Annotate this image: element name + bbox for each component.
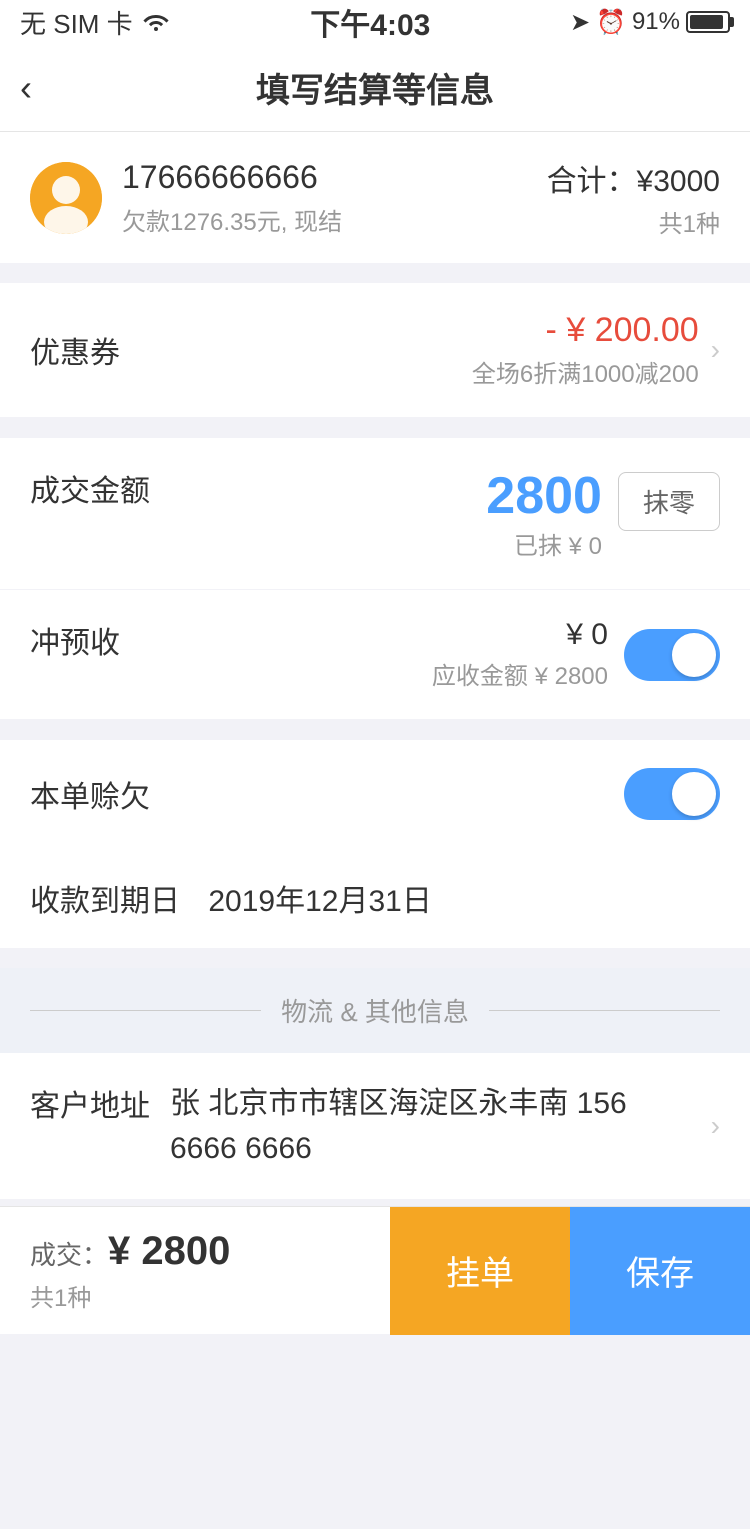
prepay-toggle-knob: [672, 633, 716, 677]
nav-bar: ‹ 填写结算等信息: [0, 44, 750, 132]
battery-percent: 91%: [632, 8, 680, 36]
debt-toggle[interactable]: [624, 768, 720, 820]
total-amount: 合计：¥3000: [547, 156, 720, 200]
status-bar: 无 SIM 卡 下午4:03 ➤ ⏰ 91%: [0, 0, 750, 44]
coupon-chevron-icon: ›: [711, 334, 720, 366]
user-sub-text: 欠款1276.35元, 现结: [122, 202, 342, 237]
user-info: 17666666666 欠款1276.35元, 现结: [122, 159, 342, 237]
address-content: 张 北京市市辖区海淀区永丰南 156 6666 6666: [170, 1081, 691, 1171]
deal-right: 2800 已抹 ¥ 0 抹零: [486, 466, 720, 561]
avatar: [30, 162, 102, 234]
status-time: 下午4:03: [310, 0, 430, 44]
address-chevron-icon: ›: [711, 1110, 720, 1142]
bottom-info: 成交： ¥ 2800 共1种: [0, 1229, 390, 1313]
address-label: 客户地址: [30, 1081, 150, 1125]
debt-toggle-knob: [672, 772, 716, 816]
coupon-discount: - ¥ 200.00: [472, 311, 699, 350]
user-left: 17666666666 欠款1276.35元, 现结: [30, 159, 342, 237]
prepay-right: ¥ 0 应收金额 ¥ 2800: [432, 618, 720, 691]
deal-already: 已抹 ¥ 0: [486, 526, 602, 561]
prepay-toggle[interactable]: [624, 629, 720, 681]
divider-line-left: [30, 1010, 261, 1011]
hang-button[interactable]: 挂单: [390, 1207, 570, 1335]
prepay-amount: ¥ 0: [432, 618, 608, 652]
debt-label: 本单赊欠: [30, 772, 150, 816]
prepay-sub: 应收金额 ¥ 2800: [432, 656, 608, 691]
location-icon: ➤: [570, 8, 590, 37]
save-button[interactable]: 保存: [570, 1207, 750, 1335]
alarm-icon: ⏰: [596, 8, 626, 37]
prepay-value-col: ¥ 0 应收金额 ¥ 2800: [432, 618, 608, 691]
divider-line-right: [489, 1010, 720, 1011]
battery-icon: [686, 11, 730, 33]
section-divider: 物流 & 其他信息: [0, 968, 750, 1053]
debt-row: 本单赊欠: [0, 740, 750, 848]
status-left: 无 SIM 卡: [20, 4, 171, 41]
prepay-label: 冲预收: [30, 618, 120, 662]
round-button[interactable]: 抹零: [618, 472, 720, 531]
bottom-count: 共1种: [30, 1278, 360, 1313]
coupon-sub: 全场6折满1000减200: [472, 354, 699, 389]
bottom-bar: 成交： ¥ 2800 共1种 挂单 保存: [0, 1206, 750, 1334]
due-date-label: 收款到期日 2019年12月31日: [30, 876, 432, 920]
bottom-deal-label: 成交：: [30, 1235, 108, 1272]
divider-4: [0, 948, 750, 968]
page-title: 填写结算等信息: [256, 63, 494, 112]
section-divider-text: 物流 & 其他信息: [281, 992, 469, 1029]
status-right: ➤ ⏰ 91%: [570, 8, 730, 37]
divider-2: [0, 418, 750, 438]
divider-1: [0, 263, 750, 283]
deal-label: 成交金额: [30, 466, 150, 510]
divider-3: [0, 720, 750, 740]
sim-label: 无 SIM 卡: [20, 4, 133, 41]
deal-amount: 2800: [486, 466, 602, 526]
wifi-icon: [141, 7, 171, 38]
prepay-row: 冲预收 ¥ 0 应收金额 ¥ 2800: [0, 590, 750, 720]
user-phone: 17666666666: [122, 159, 342, 196]
coupon-row[interactable]: 优惠券 - ¥ 200.00 全场6折满1000减200 ›: [0, 283, 750, 418]
coupon-label: 优惠券: [30, 328, 120, 372]
user-right: 合计：¥3000 共1种: [547, 156, 720, 239]
back-button[interactable]: ‹: [20, 67, 32, 109]
due-date-value: 2019年12月31日: [208, 885, 431, 918]
total-count: 共1种: [547, 204, 720, 239]
address-row[interactable]: 客户地址 张 北京市市辖区海淀区永丰南 156 6666 6666 ›: [0, 1053, 750, 1199]
due-date-row: 收款到期日 2019年12月31日: [0, 848, 750, 948]
bottom-deal-amount: ¥ 2800: [108, 1229, 230, 1274]
user-info-row: 17666666666 欠款1276.35元, 现结 合计：¥3000 共1种: [0, 132, 750, 263]
deal-amount-row: 成交金额 2800 已抹 ¥ 0 抹零: [0, 438, 750, 590]
